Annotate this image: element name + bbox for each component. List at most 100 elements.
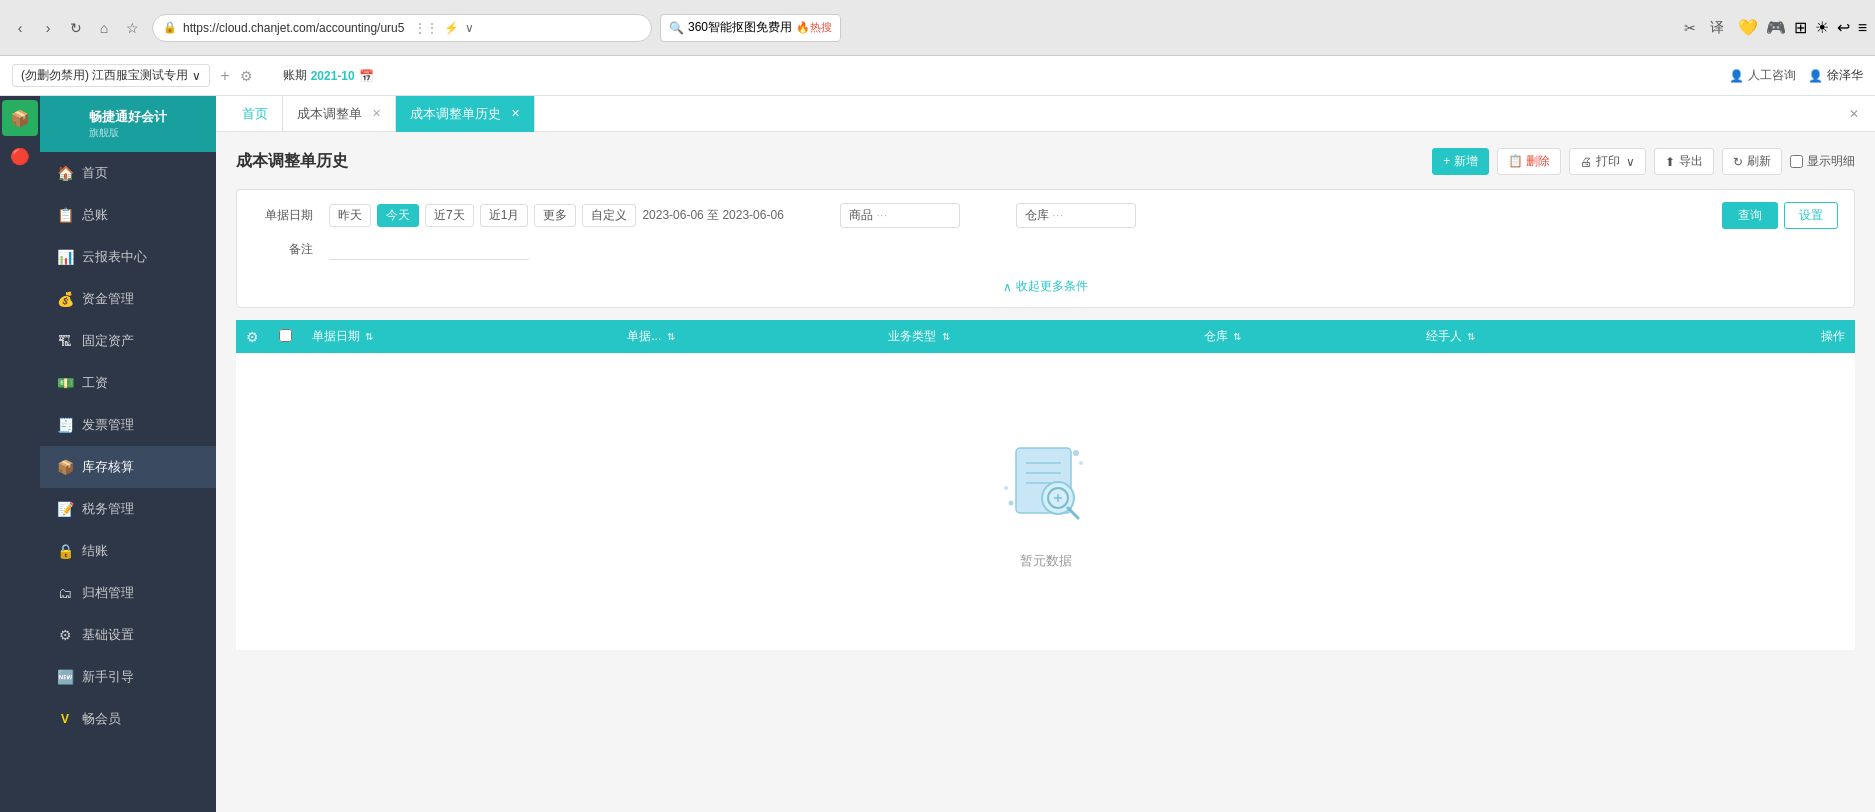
sidebar-item-home[interactable]: 🏠 首页 [40,152,216,194]
col-doc-no[interactable]: 单据... ⇅ [617,320,878,353]
print-btn[interactable]: 🖨 🖨 打印 打印 ∨ [1569,148,1646,175]
sidebar-item-inventory[interactable]: 📦 库存核算 [40,446,216,488]
export-btn[interactable]: ⬆ 导出 [1654,148,1714,175]
query-btn[interactable]: 查询 [1722,202,1778,229]
address-bar[interactable]: 🔒 https://cloud.chanjet.com/accounting/u… [152,14,652,42]
settings-gear-icon[interactable]: ⚙ [240,68,253,84]
select-all-checkbox[interactable] [279,329,292,342]
page-content: 成本调整单历史 + 新增 📋 删除 🖨 🖨 打印 打印 ∨ ⬆ 导出 [216,132,1875,812]
last7-btn[interactable]: 近7天 [425,204,474,227]
home-button[interactable]: ⌂ [92,16,116,40]
remark-input[interactable] [329,239,529,260]
menu-icon[interactable]: ≡ [1858,19,1867,37]
col-biz-type[interactable]: 业务类型 ⇅ [878,320,1193,353]
strip-icon-1[interactable]: 🔴 [2,138,38,174]
sidebar-item-settings[interactable]: ⚙ 基础设置 [40,614,216,656]
table-gear-icon[interactable]: ⚙ [246,329,259,345]
history-icon[interactable]: ↩ [1837,18,1850,37]
customer-service-btn[interactable]: 👤 人工咨询 [1729,67,1796,84]
col-handler[interactable]: 经手人 ⇅ [1416,320,1685,353]
tab-history-close[interactable]: ✕ [511,107,520,120]
strip-icon-active[interactable]: 📦 [2,100,38,136]
wallet-icon[interactable]: 💛 [1738,18,1758,37]
tab-cost-adjust-close[interactable]: ✕ [372,107,381,120]
game-icon[interactable]: 🎮 [1766,18,1786,37]
delete-btn[interactable]: 📋 删除 [1497,148,1561,175]
sidebar-item-funds[interactable]: 💰 资金管理 [40,278,216,320]
more-btn[interactable]: 更多 [534,204,576,227]
ledger-icon: 📋 [56,207,74,223]
col-warehouse[interactable]: 仓库 ⇅ [1194,320,1416,353]
company-name: (勿删勿禁用) 江西服宝测试专用 [21,67,188,84]
custom-btn[interactable]: 自定义 [582,204,636,227]
sidebar-item-guide[interactable]: 🆕 新手引导 [40,656,216,698]
tab-close-all[interactable]: ✕ [1845,106,1863,121]
logo-sub: 旗舰版 [89,126,167,140]
last-month-btn[interactable]: 近1月 [480,204,529,227]
today-btn[interactable]: 今天 [377,204,419,227]
search-bar[interactable]: 🔍 360智能抠图免费用 🔥热搜 [660,14,841,42]
inventory-icon: 📦 [56,459,74,475]
col-date[interactable]: 单据日期 ⇅ [302,320,617,353]
tab-home[interactable]: 首页 [228,96,283,132]
print-icon: 🖨 [1580,155,1592,169]
sidebar-item-closing[interactable]: 🔒 结账 [40,530,216,572]
lightning-icon: ⚡ [444,21,459,35]
company-selector[interactable]: (勿删勿禁用) 江西服宝测试专用 ∨ [12,64,210,87]
biztype-sort-icon: ⇅ [942,331,950,342]
sidebar-label-vip: 畅会员 [82,710,121,728]
star-button[interactable]: ☆ [120,16,144,40]
scissors-icon[interactable]: ✂ [1684,20,1696,36]
table-checkbox-col [269,320,302,353]
tab-cost-adjust[interactable]: 成本调整单 ✕ [283,96,396,132]
new-btn[interactable]: + 新增 [1432,148,1488,175]
back-button[interactable]: ‹ [8,16,32,40]
export-icon: ⬆ [1665,155,1675,169]
sidebar-label-tax: 税务管理 [82,500,134,518]
sidebar-item-reports[interactable]: 📊 云报表中心 [40,236,216,278]
browser-right-controls: ✂ 译 💛 🎮 ⊞ ☀ ↩ ≡ [1684,17,1867,39]
user-menu[interactable]: 👤 徐泽华 [1808,67,1863,84]
assets-icon: 🏗 [56,333,74,349]
calendar-icon[interactable]: 📅 [359,69,374,83]
sidebar-item-assets[interactable]: 🏗 固定资产 [40,320,216,362]
add-company-btn[interactable]: + [220,67,229,85]
address-bar-chevron[interactable]: ∨ [465,21,474,35]
svg-point-12 [1004,486,1008,490]
sidebar-item-invoice[interactable]: 🧾 发票管理 [40,404,216,446]
warehouse-label: 仓库 [1025,207,1049,224]
reload-button[interactable]: ↻ [64,16,88,40]
col-warehouse-label: 仓库 [1204,329,1228,343]
tab-bar: 首页 成本调整单 ✕ 成本调整单历史 ✕ ✕ [216,96,1875,132]
goods-label: 商品 [849,207,873,224]
print-dropdown-icon[interactable]: ∨ [1626,155,1635,169]
sidebar-item-vip[interactable]: V 畅会员 [40,698,216,740]
goods-dots: ··· [877,210,888,221]
collapse-btn[interactable]: ∧ 收起更多条件 [1003,278,1088,295]
display-detail-checkbox[interactable] [1790,155,1803,168]
grid-icon[interactable]: ⊞ [1794,18,1807,37]
tab-cost-adjust-history[interactable]: 成本调整单历史 ✕ [396,96,535,132]
sidebar-label-funds: 资金管理 [82,290,134,308]
filter-settings-btn[interactable]: 设置 [1784,202,1838,229]
display-toggle: 显示明细 [1790,153,1855,170]
date-sort-icon: ⇅ [365,331,373,342]
sidebar-logo: 畅捷通好会计 旗舰版 [40,96,216,152]
sidebar-item-archive[interactable]: 🗂 归档管理 [40,572,216,614]
content-area: 首页 成本调整单 ✕ 成本调整单历史 ✕ ✕ 成本调整单历史 + 新增 📋 删除 [216,96,1875,812]
forward-button[interactable]: › [36,16,60,40]
sidebar-item-tax[interactable]: 📝 税务管理 [40,488,216,530]
tab-cost-adjust-label: 成本调整单 [297,105,362,123]
collapse-icon: ∧ [1003,280,1012,294]
vip-icon: V [56,712,74,726]
sidebar-item-payroll[interactable]: 💵 工资 [40,362,216,404]
yesterday-btn[interactable]: 昨天 [329,204,371,227]
theme-icon[interactable]: ☀ [1815,18,1829,37]
goods-filter[interactable]: 商品 ··· [840,203,960,228]
tab-home-label: 首页 [242,105,268,123]
warehouse-filter[interactable]: 仓库 ··· [1016,203,1136,228]
home-icon: 🏠 [56,165,74,181]
sidebar-item-ledger[interactable]: 📋 总账 [40,194,216,236]
refresh-btn[interactable]: ↻ 刷新 [1722,148,1782,175]
translate-icon[interactable]: 译 [1704,17,1730,39]
